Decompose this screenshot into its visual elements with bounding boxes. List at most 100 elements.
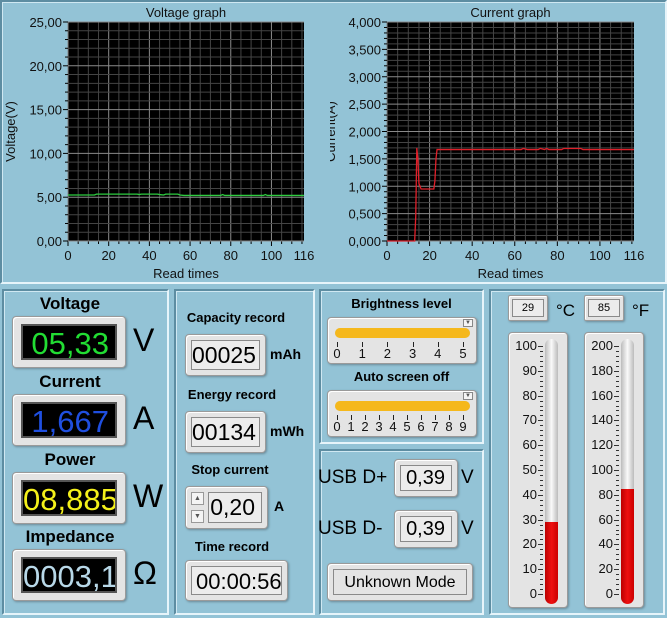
capacity-record-label: Capacity record — [186, 310, 286, 325]
thermometer-minor-tick — [540, 385, 543, 387]
thermometer-tick — [538, 370, 543, 372]
thermometer-minor-tick — [616, 564, 619, 566]
y-tick-label: 3,500 — [348, 42, 381, 57]
thermometer-minor-tick — [540, 350, 543, 352]
thermometer-minor-tick — [616, 430, 619, 432]
thermometer-minor-tick — [616, 559, 619, 561]
thermometer-minor-tick — [616, 489, 619, 491]
thermometer-tick-label: 120 — [591, 437, 613, 453]
fahrenheit-unit: °F — [632, 301, 650, 320]
thermometer-tick — [538, 420, 543, 422]
usb-mode-button[interactable]: Unknown Mode — [327, 563, 473, 601]
thermometer-minor-tick — [616, 425, 619, 427]
x-tick-label: 20 — [422, 248, 436, 263]
decrement-arrow-icon[interactable]: ▼ — [191, 510, 204, 523]
time-record-display: 00:00:56 — [185, 560, 288, 601]
thermometer-tick-label: 50 — [522, 462, 537, 477]
y-tick-label: 10,00 — [29, 146, 62, 161]
usb-dplus-unit: V — [461, 467, 474, 488]
thermometer-minor-tick — [616, 484, 619, 486]
usb-dplus-label: USB D+ — [318, 467, 388, 488]
fahrenheit-readout: 85 — [584, 295, 624, 321]
y-tick-label: 20,00 — [29, 59, 62, 74]
x-tick-label: 80 — [550, 248, 564, 263]
chart-title: Voltage graph — [146, 5, 226, 20]
thermometer-minor-tick — [540, 489, 543, 491]
auto-screen-off-slider[interactable]: ▼ 0 1 2 3 4 5 6 7 8 9 — [327, 390, 477, 437]
slider-tick-label: 5 — [403, 419, 411, 434]
current-display: 1,667 — [12, 394, 126, 446]
usb-dminus-label: USB D- — [318, 518, 383, 539]
thermometer-minor-tick — [540, 455, 543, 457]
x-tick-label: 0 — [64, 248, 71, 263]
thermometer-minor-tick — [540, 559, 543, 561]
x-tick-label: 60 — [183, 248, 197, 263]
thermometer-minor-tick — [616, 549, 619, 551]
slider-tick-label: 0 — [333, 419, 341, 434]
thermometer-minor-tick — [540, 549, 543, 551]
power-unit: W — [133, 478, 164, 514]
thermometer-tick-label: 200 — [591, 338, 613, 353]
thermometer-minor-tick — [616, 509, 619, 511]
fahrenheit-thermometer: 200 180 160 140 120 100 80 60 40 20 0 — [584, 332, 644, 608]
thermometer-minor-tick — [540, 579, 543, 581]
thermometer-minor-tick — [616, 479, 619, 481]
capacity-unit: mAh — [270, 346, 302, 362]
energy-record-value: 00134 — [191, 417, 260, 447]
slider-thumb[interactable]: ▼ — [463, 319, 473, 327]
thermometer-tick-label: 40 — [598, 536, 613, 552]
thermometer-tick-label: 140 — [591, 412, 613, 428]
x-tick-label: 20 — [101, 248, 115, 263]
thermometer-minor-tick — [540, 390, 543, 392]
slider-tick-label: 2 — [383, 346, 391, 361]
thermometer-tick — [614, 420, 619, 422]
thermometer-minor-tick — [540, 554, 543, 556]
increment-arrow-icon[interactable]: ▲ — [191, 492, 204, 505]
y-axis-label: Voltage(V) — [3, 101, 18, 162]
thermometer-fill — [545, 522, 558, 604]
slider-fill — [335, 401, 470, 411]
x-axis-label: Read times — [478, 266, 544, 281]
current-label: Current — [39, 372, 101, 391]
thermometer-minor-tick — [540, 564, 543, 566]
thermometer-tick-label: 160 — [591, 387, 613, 403]
energy-unit: mWh — [270, 423, 305, 439]
thermometer-tick-label: 40 — [522, 486, 537, 502]
slider-tick-label: 5 — [459, 346, 467, 361]
y-tick-label: 25,00 — [29, 15, 62, 30]
thermometer-minor-tick — [616, 574, 619, 576]
thermometer-minor-tick — [616, 410, 619, 412]
thermometer-tick — [538, 544, 543, 546]
thermometer-tick — [538, 519, 543, 521]
current-graph: 0 20 40 60 80 100 116 0,000 0,500 1,000 1,500 2,000… — [330, 5, 644, 281]
thermometer-minor-tick — [540, 465, 543, 467]
brightness-slider[interactable]: ▼ 0 1 2 3 4 5 — [327, 317, 477, 364]
thermometer-tick — [614, 470, 619, 471]
thermometer-minor-tick — [616, 435, 619, 437]
stop-current-input[interactable]: 0,20 — [208, 492, 262, 523]
y-tick-label: 2,000 — [348, 125, 381, 140]
thermometer-tick-label: 20 — [598, 561, 613, 577]
thermometer-tick-label: 80 — [598, 486, 613, 502]
energy-record-label: Energy record — [187, 387, 277, 402]
thermometer-tick — [614, 346, 619, 347]
slider-tick-label: 7 — [431, 419, 439, 434]
stop-current-unit: A — [274, 498, 285, 514]
current-value: 1,667 — [21, 402, 117, 438]
thermometer-minor-tick — [616, 390, 619, 392]
thermometer-tick-label: 20 — [522, 536, 537, 552]
thermometer-minor-tick — [540, 415, 543, 417]
impedance-unit: Ω — [133, 555, 157, 591]
thermometer-tick-label: 100 — [515, 338, 537, 353]
x-tick-label: 100 — [589, 248, 611, 263]
y-tick-label: 2,500 — [348, 97, 381, 112]
slider-tick-label: 3 — [408, 346, 417, 361]
slider-thumb[interactable]: ▼ — [463, 392, 473, 400]
stop-current-control[interactable]: ▲ ▼ 0,20 — [185, 486, 268, 529]
thermometer-minor-tick — [616, 380, 619, 382]
y-tick-label: 1,000 — [348, 179, 381, 194]
voltage-unit: V — [133, 322, 155, 358]
thermometer-minor-tick — [540, 509, 543, 511]
capacity-record-display: 00025 — [185, 334, 266, 376]
brightness-label: Brightness level — [351, 296, 452, 311]
